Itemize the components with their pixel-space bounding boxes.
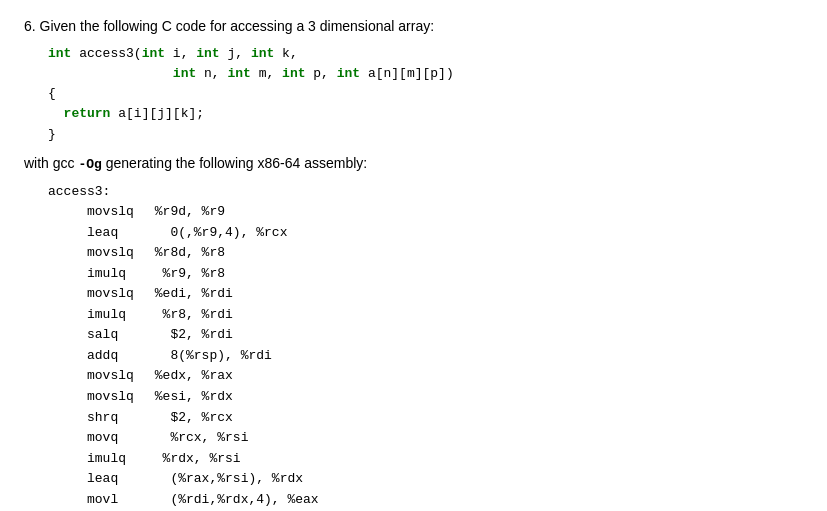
- asm-label: access3:: [48, 182, 803, 203]
- asm-instr-6: imulq %r8, %rdi: [48, 305, 803, 326]
- question-number: 6.: [24, 18, 36, 34]
- keyword-int6: int: [227, 66, 250, 81]
- question-container: 6. Given the following C code for access…: [24, 18, 803, 511]
- asm-instr-10: movslq %esi, %rdx: [48, 387, 803, 408]
- question-intro-text: Given the following C code for accessing…: [40, 18, 435, 34]
- asm-instr-9: movslq %edx, %rax: [48, 366, 803, 387]
- gcc-line: with gcc -Og generating the following x8…: [24, 155, 803, 172]
- question-intro: 6. Given the following C code for access…: [24, 18, 803, 34]
- c-line2: int n, int m, int p, int a[n][m][p]): [48, 64, 803, 84]
- keyword-int2: int: [142, 46, 165, 61]
- asm-instr-8: addq 8(%rsp), %rdi: [48, 346, 803, 367]
- keyword-int4: int: [251, 46, 274, 61]
- asm-instr-13: imulq %rdx, %rsi: [48, 449, 803, 470]
- asm-block: access3: movslq %r9d, %r9 leaq 0(,%r9,4)…: [48, 182, 803, 511]
- c-line4: return a[i][j][k];: [48, 104, 803, 124]
- asm-instr-4: imulq %r9, %r8: [48, 264, 803, 285]
- gcc-flag: -Og: [78, 157, 101, 172]
- c-line5: }: [48, 125, 803, 145]
- keyword-int3: int: [196, 46, 219, 61]
- asm-instr-12: movq %rcx, %rsi: [48, 428, 803, 449]
- keyword-int: int: [48, 46, 71, 61]
- asm-instr-5: movslq %edi, %rdi: [48, 284, 803, 305]
- asm-instr-3: movslq %r8d, %r8: [48, 243, 803, 264]
- asm-instr-11: shrq $2, %rcx: [48, 408, 803, 429]
- keyword-int5: int: [173, 66, 196, 81]
- asm-instr-2: leaq 0(,%r9,4), %rcx: [48, 223, 803, 244]
- keyword-return: return: [64, 106, 111, 121]
- keyword-int7: int: [282, 66, 305, 81]
- c-line3: {: [48, 84, 803, 104]
- c-line1: int access3(int i, int j, int k,: [48, 44, 803, 64]
- asm-instr-15: movl (%rdi,%rdx,4), %eax: [48, 490, 803, 511]
- keyword-int8: int: [337, 66, 360, 81]
- asm-instr-14: leaq (%rax,%rsi), %rdx: [48, 469, 803, 490]
- asm-instr-1: movslq %r9d, %r9: [48, 202, 803, 223]
- asm-instr-7: salq $2, %rdi: [48, 325, 803, 346]
- c-code-block: int access3(int i, int j, int k, int n, …: [48, 44, 803, 145]
